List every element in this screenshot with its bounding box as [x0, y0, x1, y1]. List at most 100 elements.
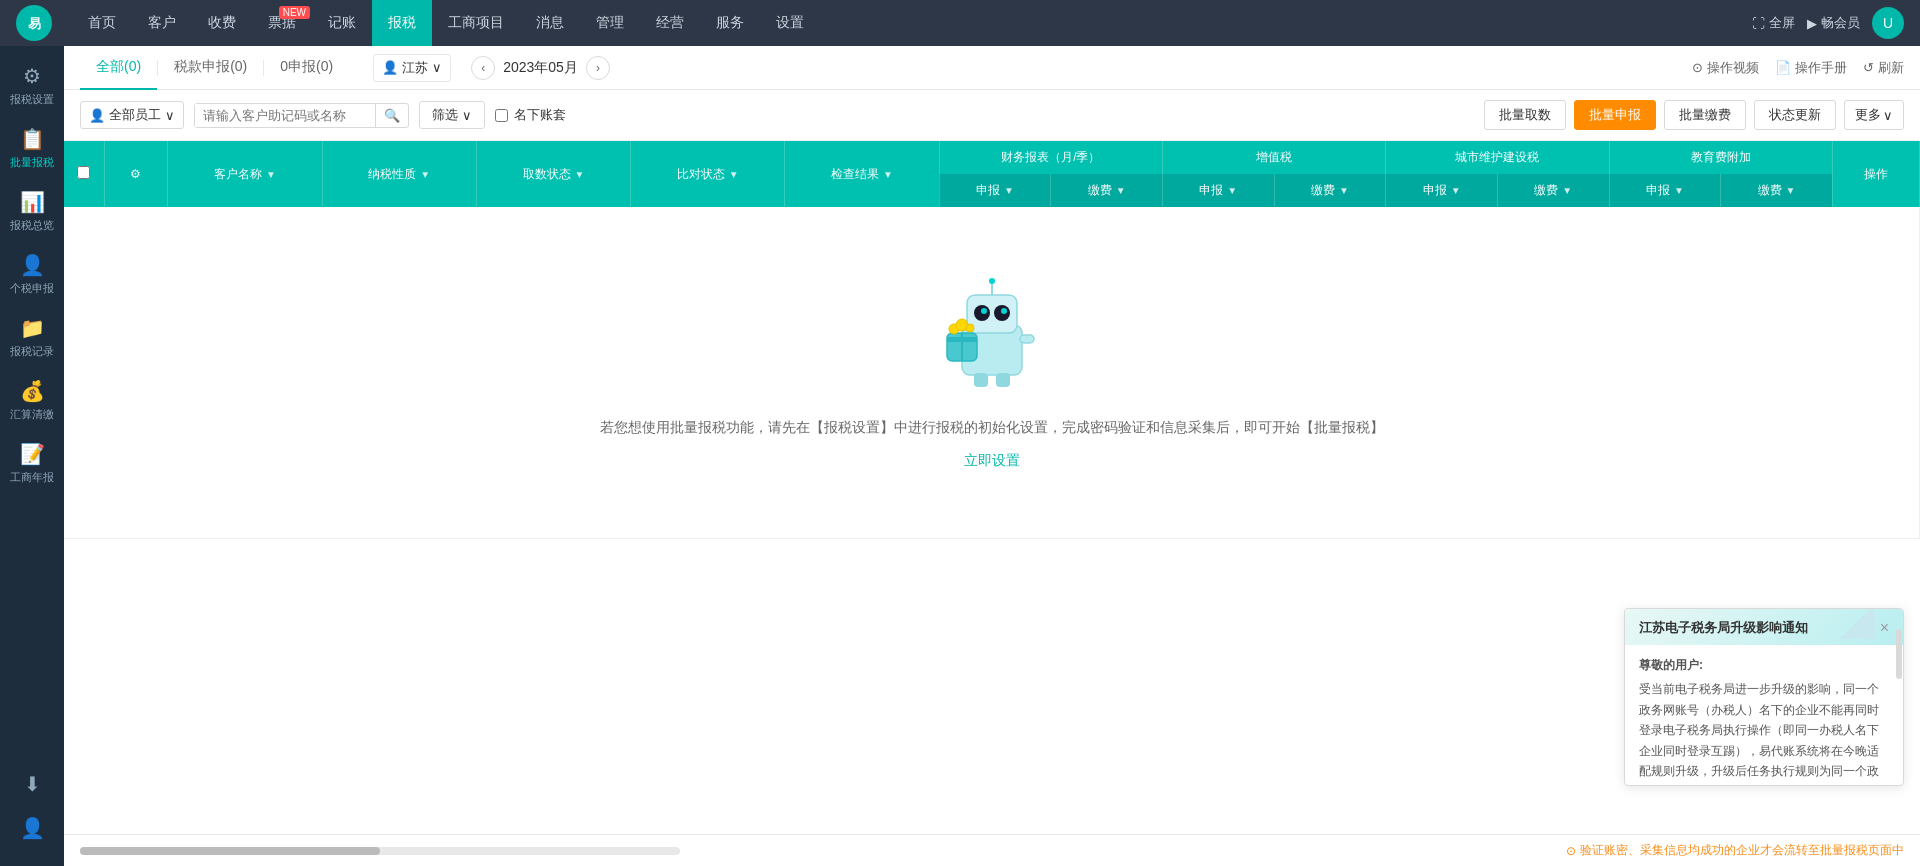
- search-button[interactable]: 🔍: [375, 104, 408, 127]
- th-city-construction: 城市维护建设税: [1386, 141, 1609, 174]
- th-tax-type: 纳税性质 ▼: [322, 141, 476, 207]
- nav-billing[interactable]: 收费: [192, 0, 252, 46]
- tab-zero-declare[interactable]: 0申报(0): [264, 46, 349, 90]
- refresh-btn[interactable]: ↺ 刷新: [1863, 59, 1904, 77]
- employee-chevron-icon: ∨: [165, 108, 175, 123]
- th-city-declare: 申报 ▼: [1386, 174, 1498, 207]
- batch-fetch-btn[interactable]: 批量取数: [1484, 100, 1566, 130]
- select-all-checkbox[interactable]: [77, 166, 90, 179]
- filter-bar: 👤 全部员工 ∨ 🔍 筛选 ∨ 名下账套 批量取数 批量申报 批量缴费 状态更新: [64, 90, 1920, 141]
- sidebar-item-biz-report[interactable]: 📝 工商年报: [0, 432, 64, 495]
- top-nav: 易 首页 客户 收费 票据 NEW 记账 报税 工商项目 消息 管理 经营 服务…: [0, 0, 1920, 46]
- more-btn[interactable]: 更多 ∨: [1844, 100, 1904, 130]
- th-vat: 增值税: [1162, 141, 1385, 174]
- fullscreen-btn[interactable]: ⛶ 全屏: [1752, 14, 1795, 32]
- sidebar-item-download[interactable]: ⬇: [0, 762, 64, 806]
- svg-point-6: [981, 308, 987, 314]
- warning-icon: ⊙: [1566, 844, 1576, 858]
- sidebar-item-user[interactable]: 👤: [0, 806, 64, 850]
- manual-btn[interactable]: 📄 操作手册: [1775, 59, 1847, 77]
- nav-invoice[interactable]: 票据 NEW: [252, 0, 312, 46]
- th-financial-pay: 缴费 ▼: [1051, 174, 1163, 207]
- th-city-pay: 缴费 ▼: [1497, 174, 1609, 207]
- sidebar-bottom: ⬇ 👤: [0, 762, 64, 866]
- province-select[interactable]: 👤 江苏 ∨: [373, 54, 451, 82]
- notice-header: 江苏电子税务局升级影响通知 ×: [1625, 609, 1903, 645]
- batch-declare-btn[interactable]: 批量申报: [1574, 100, 1656, 130]
- tab-tax-declare[interactable]: 税款申报(0): [158, 46, 263, 90]
- nav-operation[interactable]: 经营: [640, 0, 700, 46]
- top-nav-items: 首页 客户 收费 票据 NEW 记账 报税 工商项目 消息 管理 经营 服务 设…: [72, 0, 1752, 46]
- th-operation: 操作: [1832, 141, 1919, 207]
- th-edu-pay: 缴费 ▼: [1721, 174, 1833, 207]
- refresh-icon: ↺: [1863, 60, 1874, 75]
- notice-body: 尊敬的用户: 受当前电子税务局进一步升级的影响，同一个政务网账号（办税人）名下的…: [1625, 645, 1903, 785]
- filter-button[interactable]: 筛选 ∨: [419, 101, 485, 129]
- logo[interactable]: 易: [16, 5, 52, 41]
- user-icon: 👤: [20, 816, 45, 840]
- video-icon: ⊙: [1692, 60, 1703, 75]
- province-label: 江苏: [402, 59, 428, 77]
- empty-state: 若您想使用批量报税功能，请先在【报税设置】中进行报税的初始化设置，完成密码验证和…: [76, 215, 1907, 530]
- avatar[interactable]: U: [1872, 7, 1904, 39]
- nav-settings[interactable]: 设置: [760, 0, 820, 46]
- sidebar-item-tax-summary[interactable]: 📊 报税总览: [0, 180, 64, 243]
- notice-content: 受当前电子税务局进一步升级的影响，同一个政务网账号（办税人）名下的企业不能再同时…: [1639, 679, 1889, 785]
- tab-all[interactable]: 全部(0): [80, 46, 157, 90]
- empty-state-row: 若您想使用批量报税功能，请先在【报税设置】中进行报税的初始化设置，完成密码验证和…: [64, 207, 1920, 539]
- table-body: 若您想使用批量报税功能，请先在【报税设置】中进行报税的初始化设置，完成密码验证和…: [64, 207, 1920, 539]
- tax-summary-icon: 📊: [20, 190, 45, 214]
- sidebar-item-batch-tax[interactable]: 📋 批量报税: [0, 117, 64, 180]
- new-badge: NEW: [279, 6, 310, 19]
- date-display: 2023年05月: [503, 59, 578, 77]
- sidebar-item-tax-records[interactable]: 📁 报税记录: [0, 306, 64, 369]
- nav-tax[interactable]: 报税: [372, 0, 432, 46]
- svg-point-7: [1001, 308, 1007, 314]
- tab-bar: 全部(0) 税款申报(0) 0申报(0) 👤 江苏 ∨ ‹ 2023年05月 ›…: [64, 46, 1920, 90]
- batch-pay-btn[interactable]: 批量缴费: [1664, 100, 1746, 130]
- data-table: ⚙ 客户名称 ▼ 纳税性质 ▼ 取数状态 ▼ 比对状态 ▼: [64, 141, 1920, 539]
- nav-message[interactable]: 消息: [520, 0, 580, 46]
- member-btn[interactable]: ▶ 畅会员: [1807, 14, 1860, 32]
- sidebar: ⚙ 报税设置 📋 批量报税 📊 报税总览 👤 个税申报 📁 报税记录 💰 汇算清…: [0, 46, 64, 866]
- batch-tax-icon: 📋: [20, 127, 45, 151]
- notice-close-btn[interactable]: ×: [1880, 619, 1889, 637]
- svg-point-9: [989, 278, 995, 284]
- date-prev-btn[interactable]: ‹: [471, 56, 495, 80]
- nav-management[interactable]: 管理: [580, 0, 640, 46]
- status-update-btn[interactable]: 状态更新: [1754, 100, 1836, 130]
- nav-home[interactable]: 首页: [72, 0, 132, 46]
- setup-link[interactable]: 立即设置: [964, 452, 1020, 470]
- th-client-name: 客户名称 ▼: [168, 141, 322, 207]
- date-nav: ‹ 2023年05月 ›: [471, 56, 610, 80]
- th-financial-report: 财务报表（月/季）: [939, 141, 1162, 174]
- empty-text: 若您想使用批量报税功能，请先在【报税设置】中进行报税的初始化设置，完成密码验证和…: [600, 415, 1384, 440]
- action-buttons: 批量取数 批量申报 批量缴费 状态更新 更多 ∨: [1484, 100, 1904, 130]
- th-financial-declare: 申报 ▼: [939, 174, 1051, 207]
- nav-accounting[interactable]: 记账: [312, 0, 372, 46]
- search-input[interactable]: [195, 104, 375, 127]
- date-next-btn[interactable]: ›: [586, 56, 610, 80]
- table-header: ⚙ 客户名称 ▼ 纳税性质 ▼ 取数状态 ▼ 比对状态 ▼: [64, 141, 1920, 207]
- sidebar-item-settlement[interactable]: 💰 汇算清缴: [0, 369, 64, 432]
- nav-client[interactable]: 客户: [132, 0, 192, 46]
- name-accounts-checkbox[interactable]: [495, 109, 508, 122]
- sidebar-item-tax-settings[interactable]: ⚙ 报税设置: [0, 54, 64, 117]
- nav-service[interactable]: 服务: [700, 0, 760, 46]
- top-nav-right: ⛶ 全屏 ▶ 畅会员 U: [1752, 7, 1904, 39]
- bottom-warning: ⊙ 验证账密、采集信息均成功的企业才会流转至批量报税页面中: [1566, 842, 1904, 859]
- manual-icon: 📄: [1775, 60, 1791, 75]
- download-icon: ⬇: [24, 772, 41, 796]
- personal-tax-icon: 👤: [20, 253, 45, 277]
- tab-bar-right: ⊙ 操作视频 📄 操作手册 ↺ 刷新: [1692, 59, 1904, 77]
- notice-scrollbar[interactable]: [1895, 609, 1903, 785]
- video-btn[interactable]: ⊙ 操作视频: [1692, 59, 1759, 77]
- search-wrap: 🔍: [194, 103, 409, 128]
- checkbox-label[interactable]: 名下账套: [495, 106, 566, 124]
- svg-text:易: 易: [28, 16, 41, 31]
- nav-bizproject[interactable]: 工商项目: [432, 0, 520, 46]
- th-education-fee: 教育费附加: [1609, 141, 1832, 174]
- employee-icon: 👤: [89, 108, 105, 123]
- sidebar-item-personal-tax[interactable]: 👤 个税申报: [0, 243, 64, 306]
- employee-select[interactable]: 👤 全部员工 ∨: [80, 101, 184, 129]
